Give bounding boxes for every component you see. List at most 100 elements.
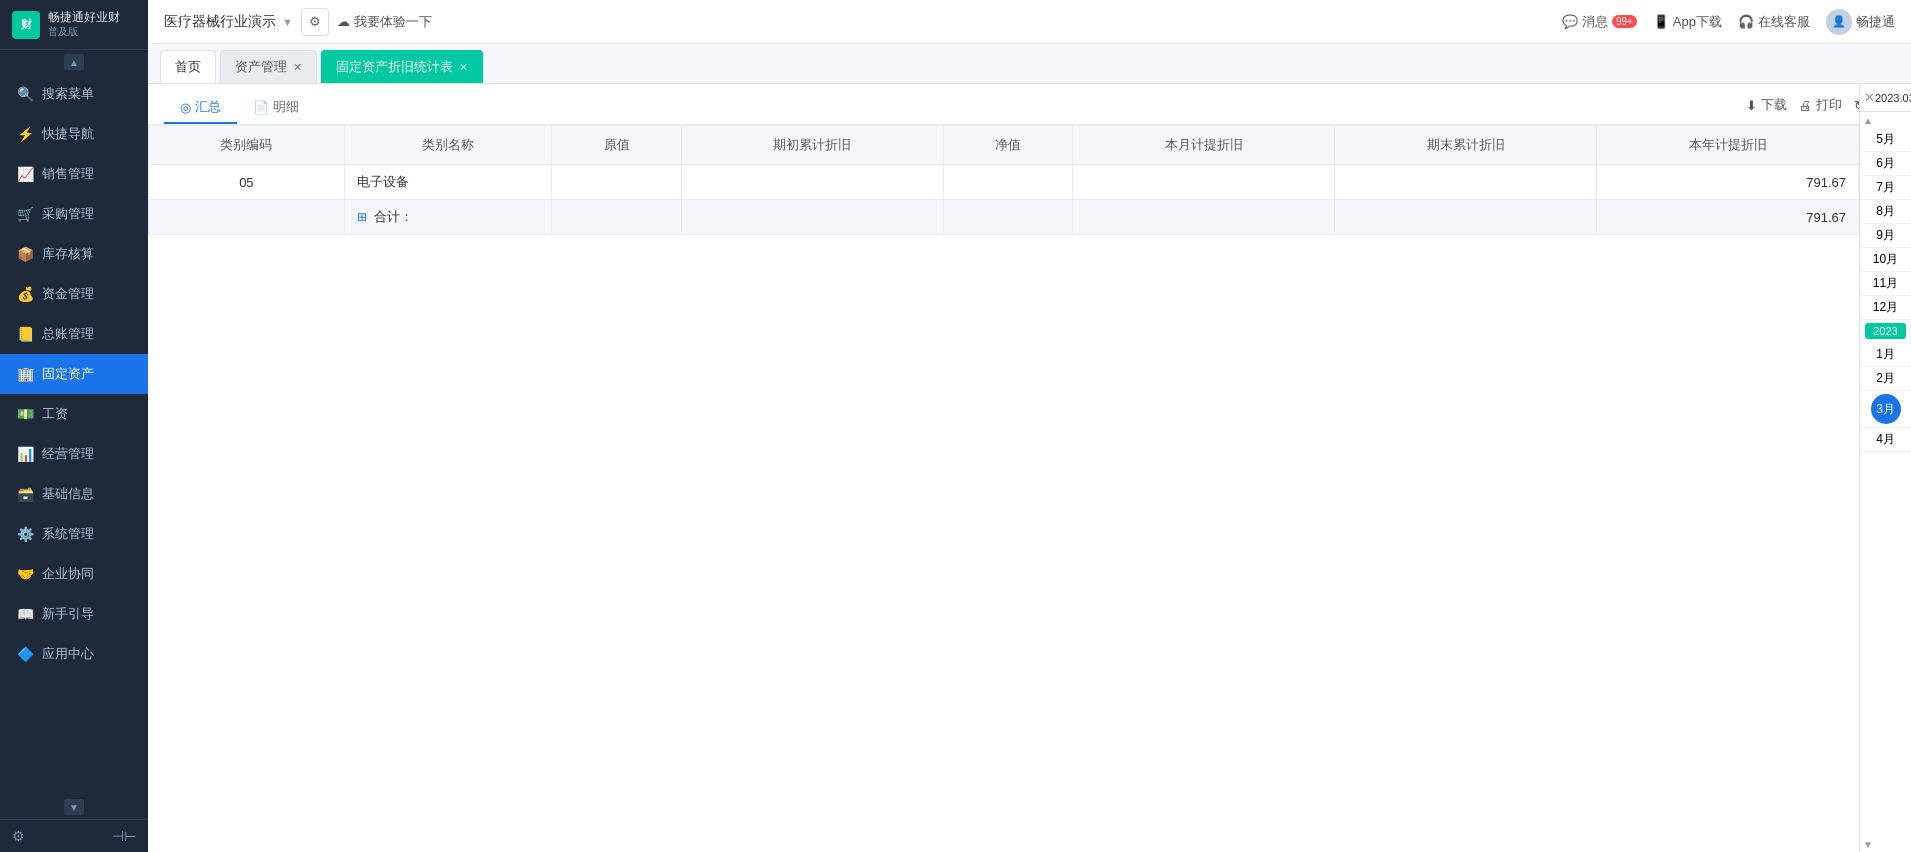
customer-service-button[interactable]: 🎧 在线客服 (1738, 13, 1810, 31)
sidebar-item-label: 销售管理 (42, 165, 94, 183)
total-annual-depr: 791.67 (1597, 200, 1859, 235)
sidebar-item-label: 基础信息 (42, 485, 94, 503)
cell-name: 电子设备 (344, 165, 552, 200)
app-logo-text: 畅捷通好业财 (48, 10, 120, 26)
sidebar-item-guide[interactable]: 📖 新手引导 (0, 594, 148, 634)
sidebar-item-management[interactable]: 📊 经营管理 (0, 434, 148, 474)
headset-icon: 🎧 (1738, 14, 1754, 29)
col-header-code: 类别编码 (149, 126, 345, 165)
topbar-gear-button[interactable]: ⚙ (301, 8, 329, 36)
sidebar-item-salary[interactable]: 💵 工资 (0, 394, 148, 434)
print-button[interactable]: 🖨 打印 (1799, 96, 1842, 114)
current-month-badge[interactable]: 3月 (1871, 394, 1901, 424)
sidebar-item-purchase[interactable]: 🛒 采购管理 (0, 194, 148, 234)
date-month-12[interactable]: 12月 (1860, 296, 1911, 320)
sidebar-item-label: 系统管理 (42, 525, 94, 543)
notification-button[interactable]: 💬 消息 99+ (1562, 13, 1637, 31)
sidebar-item-apps[interactable]: 🔷 应用中心 (0, 634, 148, 674)
notification-icon: 💬 (1562, 14, 1578, 29)
sidebar-item-search[interactable]: 🔍 搜索菜单 (0, 74, 148, 114)
date-month-8[interactable]: 8月 (1860, 200, 1911, 224)
topbar: 医疗器械行业演示 ▼ ⚙ ☁ 我要体验一下 💬 消息 99+ 📱 App下载 (148, 0, 1911, 44)
total-end-accum (1335, 200, 1597, 235)
date-month-11[interactable]: 11月 (1860, 272, 1911, 296)
guide-icon: 📖 (16, 605, 34, 623)
date-month-10[interactable]: 10月 (1860, 248, 1911, 272)
sidebar-item-label: 搜索菜单 (42, 85, 94, 103)
sidebar-item-label: 应用中心 (42, 645, 94, 663)
experience-button[interactable]: ☁ 我要体验一下 (337, 13, 432, 31)
sidebar-item-label: 经营管理 (42, 445, 94, 463)
app-download-label: App下载 (1673, 13, 1722, 31)
user-name: 畅捷通 (1856, 13, 1895, 31)
inventory-icon: 📦 (16, 245, 34, 263)
app-download-button[interactable]: 📱 App下载 (1653, 13, 1722, 31)
col-header-annual-depr: 本年计提折旧 (1597, 126, 1859, 165)
sub-tabs: ◎ 汇总 📄 明细 ⬇ 下载 🖨 打印 ↻ (148, 84, 1911, 125)
date-panel: ✕ 2023.03 ⤢ ▲ 5月 6月 7月 8月 9月 10月 11月 12月… (1859, 84, 1911, 852)
cloud-icon: ☁ (337, 14, 350, 29)
tab-depreciation-close[interactable]: ✕ (459, 61, 468, 74)
date-month-5[interactable]: 5月 (1860, 128, 1911, 152)
download-label: 下载 (1761, 96, 1787, 114)
cell-code: 05 (149, 165, 345, 200)
total-empty (149, 200, 345, 235)
user-menu[interactable]: 👤 畅捷通 (1826, 9, 1895, 35)
app-logo-icon: 财 (12, 11, 40, 39)
sidebar-menu: 🔍 搜索菜单 ⚡ 快捷导航 📈 销售管理 🛒 采购管理 📦 库存核算 💰 资金管… (0, 74, 148, 795)
date-list: 5月 6月 7月 8月 9月 10月 11月 12月 2023 1月 2月 3月 (1860, 128, 1911, 836)
col-header-original: 原值 (552, 126, 682, 165)
sidebar-item-basic-info[interactable]: 🗃️ 基础信息 (0, 474, 148, 514)
date-month-2[interactable]: 2月 (1860, 367, 1911, 391)
date-month-4[interactable]: 4月 (1860, 428, 1911, 452)
col-header-end-accum: 期末累计折旧 (1335, 126, 1597, 165)
cell-initial-accum (681, 165, 943, 200)
sidebar-scroll-up[interactable]: ▲ (0, 50, 148, 74)
sidebar-item-label: 快捷导航 (42, 125, 94, 143)
download-button[interactable]: ⬇ 下载 (1746, 96, 1787, 114)
sidebar-footer: ⚙ ⊣⊢ (0, 819, 148, 852)
detail-tab-icon: 📄 (253, 100, 269, 115)
sidebar-item-sales[interactable]: 📈 销售管理 (0, 154, 148, 194)
date-month-9[interactable]: 9月 (1860, 224, 1911, 248)
tab-asset-mgmt[interactable]: 资产管理 ✕ (220, 50, 317, 83)
date-nav-up[interactable]: ▲ (1860, 112, 1876, 128)
sidebar-scroll-down[interactable]: ▼ (0, 795, 148, 819)
purchase-icon: 🛒 (16, 205, 34, 223)
tab-bar: 首页 资产管理 ✕ 固定资产折旧统计表 ✕ (148, 44, 1911, 84)
sidebar-item-fixed-assets[interactable]: 🏢 固定资产 (0, 354, 148, 394)
date-month-6[interactable]: 6月 (1860, 152, 1911, 176)
date-panel-close[interactable]: ✕ (1864, 90, 1875, 105)
cell-annual-depr: 791.67 (1597, 165, 1859, 200)
scroll-up-button[interactable]: ▲ (64, 54, 84, 70)
date-year-badge[interactable]: 2023 (1860, 320, 1911, 343)
date-month-1[interactable]: 1月 (1860, 343, 1911, 367)
sub-tab-detail[interactable]: 📄 明细 (237, 92, 315, 124)
tab-home[interactable]: 首页 (160, 50, 216, 83)
cell-monthly-depr (1073, 165, 1335, 200)
sidebar-item-label: 工资 (42, 405, 68, 423)
summary-tab-icon: ◎ (180, 100, 191, 115)
table-row[interactable]: 05 电子设备 791.67 (149, 165, 1859, 200)
footer-collapse-icon[interactable]: ⊣⊢ (112, 828, 136, 844)
footer-settings-icon[interactable]: ⚙ (12, 828, 25, 844)
sidebar-item-label: 总账管理 (42, 325, 94, 343)
sidebar-item-system[interactable]: ⚙️ 系统管理 (0, 514, 148, 554)
company-selector[interactable]: 医疗器械行业演示 ▼ (164, 13, 293, 31)
sub-tab-summary[interactable]: ◎ 汇总 (164, 92, 237, 124)
tab-asset-mgmt-close[interactable]: ✕ (293, 61, 302, 74)
company-name: 医疗器械行业演示 (164, 13, 276, 31)
date-nav-down[interactable]: ▼ (1860, 836, 1876, 852)
sidebar-item-coop[interactable]: 🤝 企业协同 (0, 554, 148, 594)
tab-depreciation[interactable]: 固定资产折旧统计表 ✕ (321, 50, 483, 83)
sidebar-item-funds[interactable]: 💰 资金管理 (0, 274, 148, 314)
table-wrapper: 类别编码 类别名称 原值 期初累计折旧 净值 本月计提折旧 期末累计折旧 本年计… (148, 125, 1859, 852)
sidebar-item-label: 资金管理 (42, 285, 94, 303)
sidebar-item-ledger[interactable]: 📒 总账管理 (0, 314, 148, 354)
scroll-down-button[interactable]: ▼ (64, 799, 84, 815)
basic-info-icon: 🗃️ (16, 485, 34, 503)
date-month-current[interactable]: 3月 (1860, 391, 1911, 428)
sidebar-item-inventory[interactable]: 📦 库存核算 (0, 234, 148, 274)
sidebar-item-quicknav[interactable]: ⚡ 快捷导航 (0, 114, 148, 154)
date-month-7[interactable]: 7月 (1860, 176, 1911, 200)
